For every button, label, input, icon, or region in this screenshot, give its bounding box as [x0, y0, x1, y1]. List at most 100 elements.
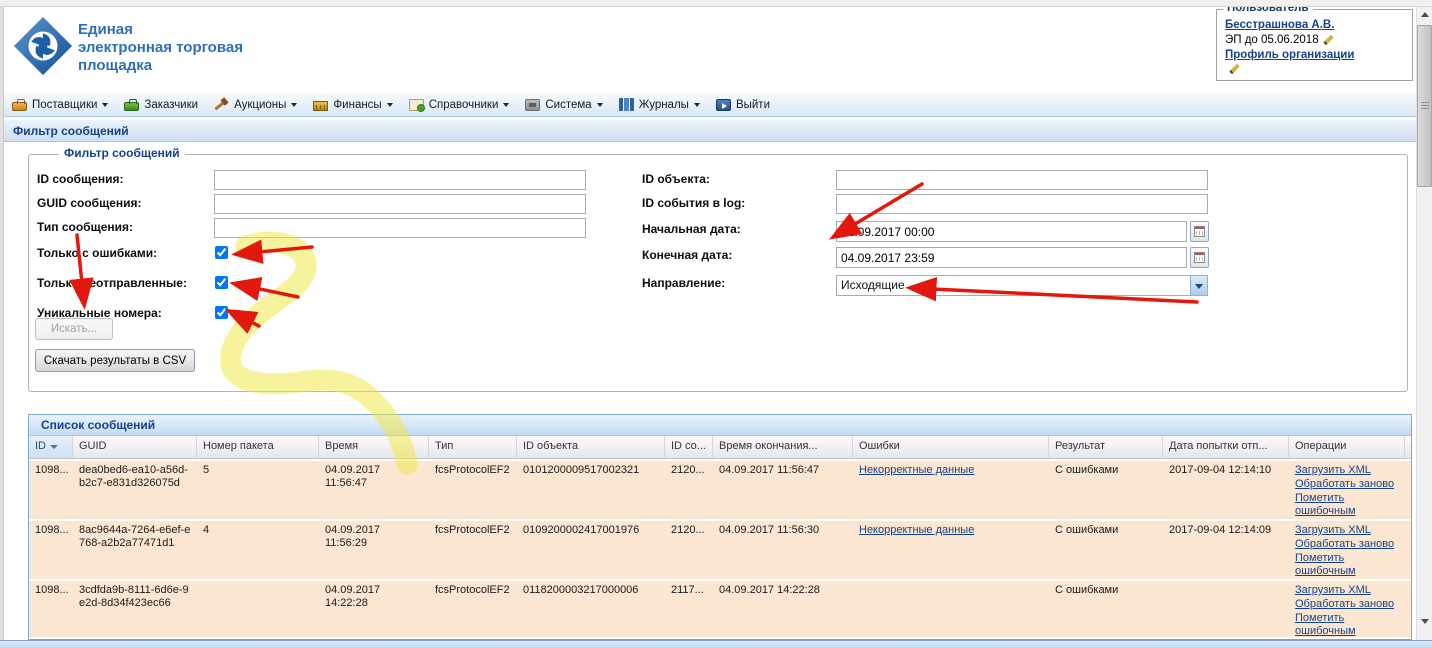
filter-legend: Фильтр сообщений — [59, 146, 185, 160]
gavel-icon — [214, 98, 229, 111]
menu-item-exit[interactable]: Выйти — [715, 98, 770, 111]
org-profile-link[interactable]: Профиль организации — [1225, 48, 1354, 63]
message-guid-input[interactable] — [214, 194, 586, 214]
scrollbar-thumb[interactable] — [1417, 25, 1432, 187]
cell-end-time: 04.09.2017 14:22:28 — [719, 584, 820, 596]
menu-item-journals[interactable]: Журналы — [618, 98, 700, 111]
search-button[interactable]: Искать... — [35, 318, 113, 340]
menu-item-finance[interactable]: Финансы — [313, 98, 393, 111]
mark-erroneous-link[interactable]: Пометить ошибочным — [1295, 612, 1399, 637]
cell-end-time: 04.09.2017 11:56:30 — [719, 524, 820, 536]
menu-label: Аукционы — [234, 98, 287, 111]
checkbox-label-errors-only: Только с ошибками: — [37, 246, 158, 260]
field-label-direction: Направление: — [642, 276, 726, 290]
cell-message-id: 2120... — [671, 524, 705, 536]
log-event-id-input[interactable] — [836, 194, 1208, 214]
column-label: ID — [35, 440, 46, 452]
errors-only-checkbox[interactable] — [215, 246, 228, 259]
menu-item-customers[interactable]: Заказчики — [124, 98, 198, 111]
pen-icon[interactable] — [1229, 63, 1240, 75]
column-header-operations[interactable]: Операции — [1289, 436, 1405, 458]
load-xml-link[interactable]: Загрузить XML — [1295, 524, 1399, 537]
cell-id: 1098... — [35, 524, 69, 536]
reprocess-link[interactable]: Обработать заново — [1295, 538, 1399, 551]
bank-icon — [313, 101, 329, 111]
user-panel-legend: Пользователь — [1223, 7, 1313, 14]
menu-item-suppliers[interactable]: Поставщики — [12, 98, 109, 111]
menu-label: Справочники — [428, 98, 499, 111]
briefcase-orange-icon — [12, 99, 27, 111]
cell-message-id: 2120... — [671, 464, 705, 476]
message-type-input[interactable] — [214, 218, 586, 238]
grid-header-row: ID GUID Номер пакета Время Тип ID объект… — [29, 436, 1411, 459]
arrow-up-icon — [1421, 12, 1429, 17]
column-header-time[interactable]: Время — [319, 436, 429, 458]
table-row: 1098... 3cdfda9b-8111-6d6e-9e2d-8d34f423… — [29, 581, 1411, 637]
cell-guid: 3cdfda9b-8111-6d6e-9e2d-8d34f423ec66 — [79, 584, 189, 609]
vertical-scrollbar[interactable] — [1416, 7, 1432, 640]
errors-link[interactable]: Некорректные данные — [859, 464, 974, 476]
browser-chrome-bottom — [0, 640, 1432, 648]
end-date-calendar-button[interactable] — [1190, 247, 1209, 268]
journals-icon — [618, 98, 634, 111]
field-label-message-type: Тип сообщения: — [37, 220, 133, 234]
mark-erroneous-link[interactable]: Пометить ошибочным — [1295, 492, 1399, 518]
scroll-up-button[interactable] — [1417, 7, 1432, 23]
message-id-input[interactable] — [214, 170, 586, 190]
menu-item-auctions[interactable]: Аукционы — [214, 98, 298, 111]
column-header-guid[interactable]: GUID — [73, 436, 197, 458]
brand-title-line3: площадка — [78, 57, 153, 74]
user-name-link[interactable]: Бесстрашнова А.В. — [1225, 18, 1334, 33]
column-header-type[interactable]: Тип — [429, 436, 517, 458]
menu-item-directories[interactable]: Справочники — [408, 98, 510, 112]
reprocess-link[interactable]: Обработать заново — [1295, 598, 1399, 611]
column-header-end-time[interactable]: Время окончания... — [713, 436, 853, 458]
start-date-calendar-button[interactable] — [1190, 221, 1209, 242]
chevron-down-icon[interactable] — [1190, 276, 1207, 295]
errors-link[interactable]: Некорректные данные — [859, 524, 974, 536]
direction-select[interactable]: Исходящие — [836, 275, 1208, 296]
filter-fieldset: Фильтр сообщений ID сообщения: GUID сооб… — [28, 146, 1408, 392]
cell-packet: 4 — [203, 524, 210, 536]
unsent-only-checkbox[interactable] — [215, 276, 228, 289]
cell-packet: 5 — [203, 464, 210, 476]
column-header-object-id[interactable]: ID объекта — [517, 436, 665, 458]
object-id-input[interactable] — [836, 170, 1208, 190]
cell-attempt-date — [1163, 581, 1289, 637]
checkbox-label-unsent-only: Только неотправленные: — [37, 276, 187, 290]
column-header-attempt-date[interactable]: Дата попытки отп... — [1163, 436, 1289, 458]
page-title: Фильтр сообщений — [4, 119, 1416, 142]
column-header-message-id[interactable]: ID со... — [665, 436, 713, 458]
column-header-id[interactable]: ID — [29, 436, 73, 458]
pen-icon[interactable] — [1322, 34, 1334, 46]
scroll-down-button[interactable] — [1417, 613, 1432, 629]
calendar-icon — [1194, 226, 1205, 237]
reprocess-link[interactable]: Обработать заново — [1295, 478, 1399, 491]
menu-item-system[interactable]: Система — [525, 98, 603, 111]
chevron-down-icon — [693, 102, 700, 107]
menu-label: Журналы — [638, 98, 689, 111]
user-panel: Пользователь Бесстрашнова А.В. ЭП до 05.… — [1216, 7, 1413, 81]
field-label-end-date: Конечная дата: — [642, 248, 733, 262]
field-label-start-date: Начальная дата: — [642, 222, 741, 236]
messages-grid: Список сообщений ID GUID Номер пакета Вр… — [28, 414, 1412, 640]
field-label-object-id: ID объекта: — [642, 172, 710, 186]
notepad-icon — [408, 99, 425, 112]
cell-message-id: 2117... — [671, 584, 704, 596]
app-window: Единая электронная торговая площадка Пол… — [4, 7, 1416, 640]
column-header-packet[interactable]: Номер пакета — [197, 436, 319, 458]
cell-time: 04.09.2017 14:22:28 — [325, 584, 381, 609]
load-xml-link[interactable]: Загрузить XML — [1295, 584, 1399, 597]
arrow-down-icon — [1421, 619, 1429, 624]
start-date-input[interactable] — [836, 221, 1187, 242]
column-header-errors[interactable]: Ошибки — [853, 436, 1049, 458]
mark-erroneous-link[interactable]: Пометить ошибочным — [1295, 552, 1399, 578]
cell-time: 04.09.2017 11:56:47 — [325, 464, 381, 489]
column-header-result[interactable]: Результат — [1049, 436, 1163, 458]
unique-numbers-checkbox[interactable] — [215, 306, 228, 319]
load-xml-link[interactable]: Загрузить XML — [1295, 464, 1399, 477]
browser-chrome-top — [0, 0, 1432, 7]
field-label-message-guid: GUID сообщения: — [37, 196, 142, 210]
end-date-input[interactable] — [836, 247, 1187, 268]
download-csv-button[interactable]: Скачать результаты в CSV — [35, 349, 195, 372]
